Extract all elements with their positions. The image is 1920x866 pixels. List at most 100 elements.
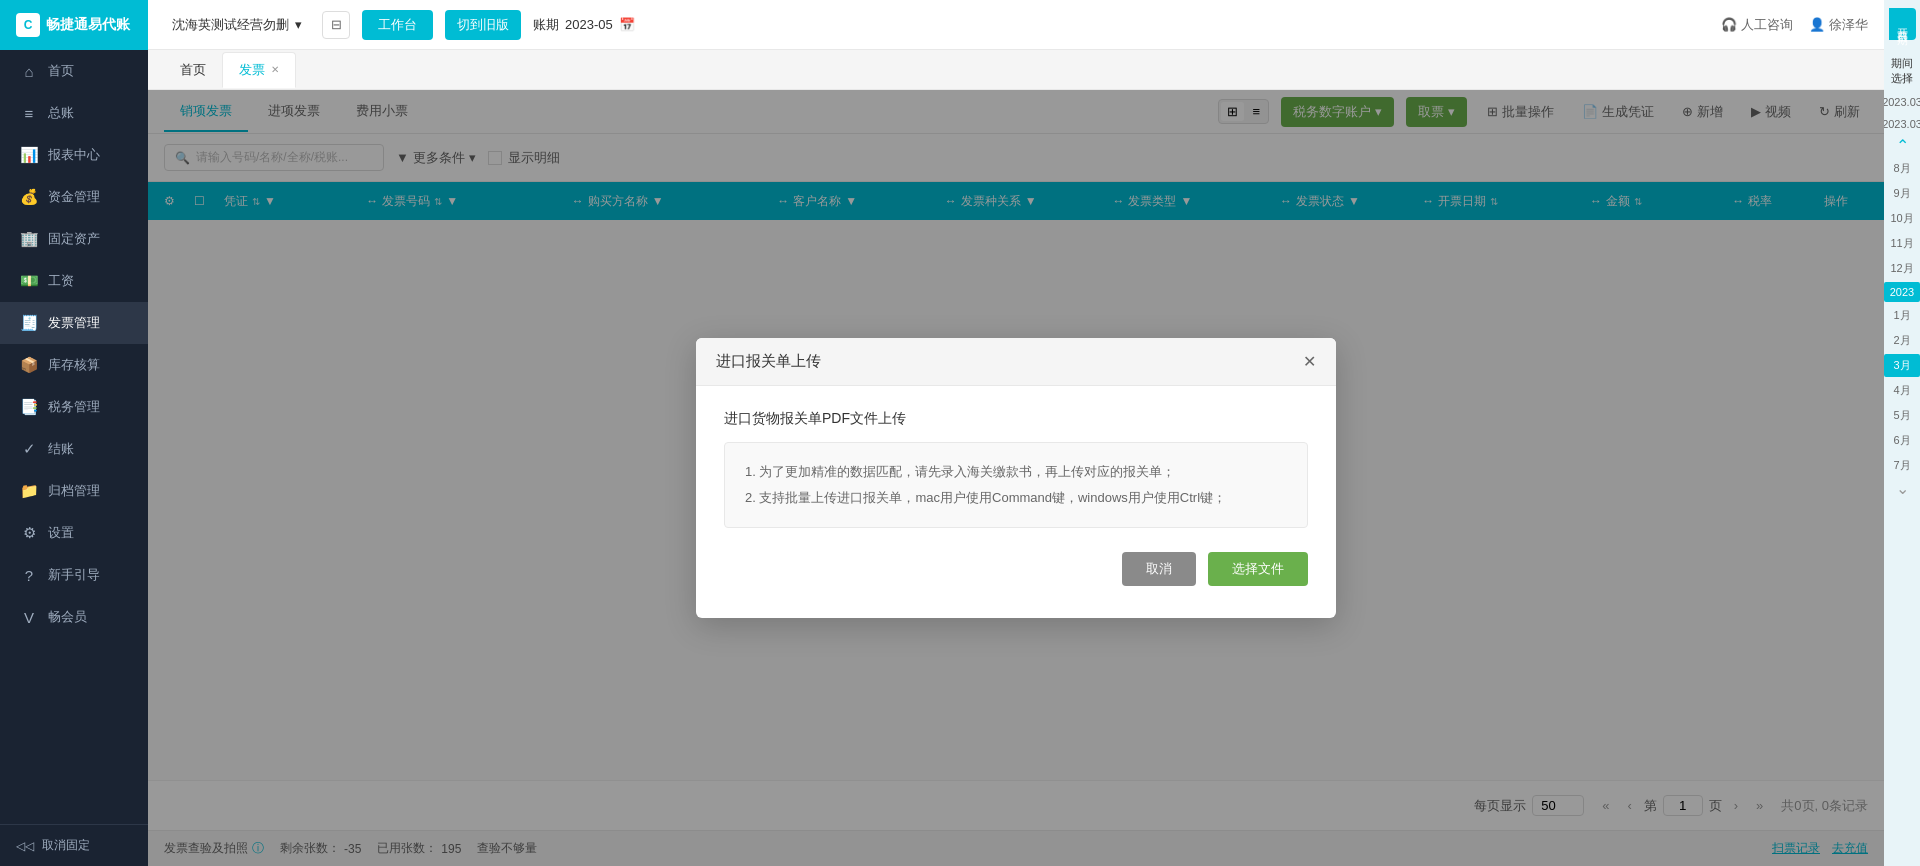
- import-customs-modal: 进口报关单上传 ✕ 进口货物报关单PDF文件上传 1. 为了更加精准的数据匹配，…: [696, 338, 1336, 618]
- period-10[interactable]: 10月: [1884, 207, 1920, 230]
- modal-header: 进口报关单上传 ✕: [696, 338, 1336, 386]
- period-11[interactable]: 11月: [1884, 232, 1920, 255]
- content-area: 销项发票 进项发票 费用小票 ⊞ ≡ 税务数字账户 ▾: [148, 90, 1884, 866]
- sidebar-item-guide[interactable]: ? 新手引导: [0, 554, 148, 596]
- chevron-down-icon: ▾: [295, 17, 302, 32]
- logo-text: 畅捷通易代账: [46, 16, 130, 34]
- help-label: 人工咨询: [1741, 16, 1793, 34]
- period-2023[interactable]: 2023: [1884, 282, 1920, 302]
- workspace-label: 工作台: [378, 17, 417, 32]
- tab-home[interactable]: 首页: [164, 53, 222, 87]
- modal-close-button[interactable]: ✕: [1303, 352, 1316, 371]
- calendar-icon[interactable]: 📅: [619, 17, 635, 32]
- modal-title: 进口报关单上传: [716, 352, 821, 371]
- pin-icon: ◁◁: [16, 839, 34, 853]
- period-title: 期间选择: [1884, 52, 1920, 90]
- sidebar-item-inventory[interactable]: 📦 库存核算: [0, 344, 148, 386]
- tab-invoice-label: 发票: [239, 61, 265, 79]
- period-value: 2023-05: [565, 17, 613, 32]
- right-panel: 开票日期 期间选择 2023.03 2023.03 ⌃ 8月 9月 10月 11…: [1884, 0, 1920, 866]
- period-info: 账期 2023-05 📅: [533, 16, 635, 34]
- sidebar-item-label: 设置: [48, 524, 74, 542]
- period-9[interactable]: 9月: [1884, 182, 1920, 205]
- modal-overlay[interactable]: 进口报关单上传 ✕ 进口货物报关单PDF文件上传 1. 为了更加精准的数据匹配，…: [148, 90, 1884, 866]
- modal-body: 进口货物报关单PDF文件上传 1. 为了更加精准的数据匹配，请先录入海关缴款书，…: [696, 386, 1336, 618]
- sidebar-item-label: 总账: [48, 104, 74, 122]
- period-3[interactable]: 3月: [1884, 354, 1920, 377]
- tax-icon: 📑: [20, 398, 38, 416]
- period-4[interactable]: 4月: [1884, 379, 1920, 402]
- period-2[interactable]: 2月: [1884, 329, 1920, 352]
- funds-icon: 💰: [20, 188, 38, 206]
- period-8[interactable]: 8月: [1884, 157, 1920, 180]
- modal-footer: 取消 选择文件: [724, 552, 1308, 594]
- modal-select-file-button[interactable]: 选择文件: [1208, 552, 1308, 586]
- period-2023-03-2[interactable]: 2023.03: [1884, 114, 1920, 134]
- sidebar-item-home[interactable]: ⌂ 首页: [0, 50, 148, 92]
- invoices-icon: 🧾: [20, 314, 38, 332]
- sidebar-item-label: 工资: [48, 272, 74, 290]
- archive-icon: 📁: [20, 482, 38, 500]
- header-right: 🎧 人工咨询 👤 徐泽华: [1721, 16, 1868, 34]
- app-logo: C 畅捷通易代账: [0, 0, 148, 50]
- modal-info-box: 1. 为了更加精准的数据匹配，请先录入海关缴款书，再上传对应的报关单； 2. 支…: [724, 442, 1308, 528]
- tab-close-icon[interactable]: ✕: [271, 64, 279, 75]
- user-button[interactable]: 👤 徐泽华: [1809, 16, 1868, 34]
- sidebar-item-invoices[interactable]: 🧾 发票管理: [0, 302, 148, 344]
- sidebar-item-funds[interactable]: 💰 资金管理: [0, 176, 148, 218]
- help-icon: 🎧: [1721, 17, 1737, 32]
- sidebar-item-checkout[interactable]: ✓ 结账: [0, 428, 148, 470]
- user-icon: 👤: [1809, 17, 1825, 32]
- home-icon: ⌂: [20, 63, 38, 80]
- assets-icon: 🏢: [20, 230, 38, 248]
- checkout-icon: ✓: [20, 440, 38, 458]
- guide-icon: ?: [20, 567, 38, 584]
- tab-home-label: 首页: [180, 61, 206, 79]
- settings-icon: ⚙: [20, 524, 38, 542]
- sidebar-item-member[interactable]: V 畅会员: [0, 596, 148, 638]
- inventory-icon: 📦: [20, 356, 38, 374]
- salary-icon: 💵: [20, 272, 38, 290]
- sidebar-item-tax[interactable]: 📑 税务管理: [0, 386, 148, 428]
- sidebar: C 畅捷通易代账 ⌂ 首页 ≡ 总账 📊 报表中心 💰 资金管理 🏢 固定资产 …: [0, 0, 148, 866]
- period-7[interactable]: 7月: [1884, 454, 1920, 477]
- sidebar-item-label: 发票管理: [48, 314, 100, 332]
- modal-info-item-1: 1. 为了更加精准的数据匹配，请先录入海关缴款书，再上传对应的报关单；: [745, 459, 1287, 485]
- expand-icon[interactable]: ⌃: [1896, 136, 1909, 155]
- help-button[interactable]: 🎧 人工咨询: [1721, 16, 1793, 34]
- modal-cancel-button[interactable]: 取消: [1122, 552, 1196, 586]
- print-button[interactable]: ⊟: [322, 11, 350, 39]
- tabs-bar: 首页 发票 ✕: [148, 50, 1884, 90]
- unpin-label: 取消固定: [42, 837, 90, 854]
- sidebar-item-label: 资金管理: [48, 188, 100, 206]
- main-area: 沈海英测试经营勿删 ▾ ⊟ 工作台 切到旧版 账期 2023-05 📅 🎧 人工…: [148, 0, 1884, 866]
- sidebar-item-assets[interactable]: 🏢 固定资产: [0, 218, 148, 260]
- sidebar-item-archive[interactable]: 📁 归档管理: [0, 470, 148, 512]
- open-date-panel-button[interactable]: 开票日期: [1889, 8, 1916, 40]
- sidebar-item-label: 畅会员: [48, 608, 87, 626]
- tab-invoice[interactable]: 发票 ✕: [222, 52, 296, 88]
- member-icon: V: [20, 609, 38, 626]
- sidebar-item-label: 首页: [48, 62, 74, 80]
- sidebar-item-settings[interactable]: ⚙ 设置: [0, 512, 148, 554]
- modal-info-item-2: 2. 支持批量上传进口报关单，mac用户使用Command键，windows用户…: [745, 485, 1287, 511]
- period-5[interactable]: 5月: [1884, 404, 1920, 427]
- period-6[interactable]: 6月: [1884, 429, 1920, 452]
- unpin-button[interactable]: ◁◁ 取消固定: [0, 824, 148, 866]
- sidebar-item-ledger[interactable]: ≡ 总账: [0, 92, 148, 134]
- period-12[interactable]: 12月: [1884, 257, 1920, 280]
- period-2023-03-1[interactable]: 2023.03: [1884, 92, 1920, 112]
- company-selector[interactable]: 沈海英测试经营勿删 ▾: [164, 12, 310, 38]
- collapse-icon[interactable]: ⌄: [1896, 479, 1909, 498]
- sidebar-item-label: 新手引导: [48, 566, 100, 584]
- switch-label: 切到旧版: [457, 17, 509, 32]
- reports-icon: 📊: [20, 146, 38, 164]
- switch-version-button[interactable]: 切到旧版: [445, 10, 521, 40]
- modal-section-title: 进口货物报关单PDF文件上传: [724, 410, 1308, 428]
- sidebar-item-label: 库存核算: [48, 356, 100, 374]
- period-label-text: 账期: [533, 16, 559, 34]
- sidebar-item-salary[interactable]: 💵 工资: [0, 260, 148, 302]
- sidebar-item-reports[interactable]: 📊 报表中心: [0, 134, 148, 176]
- workspace-button[interactable]: 工作台: [362, 10, 433, 40]
- period-1[interactable]: 1月: [1884, 304, 1920, 327]
